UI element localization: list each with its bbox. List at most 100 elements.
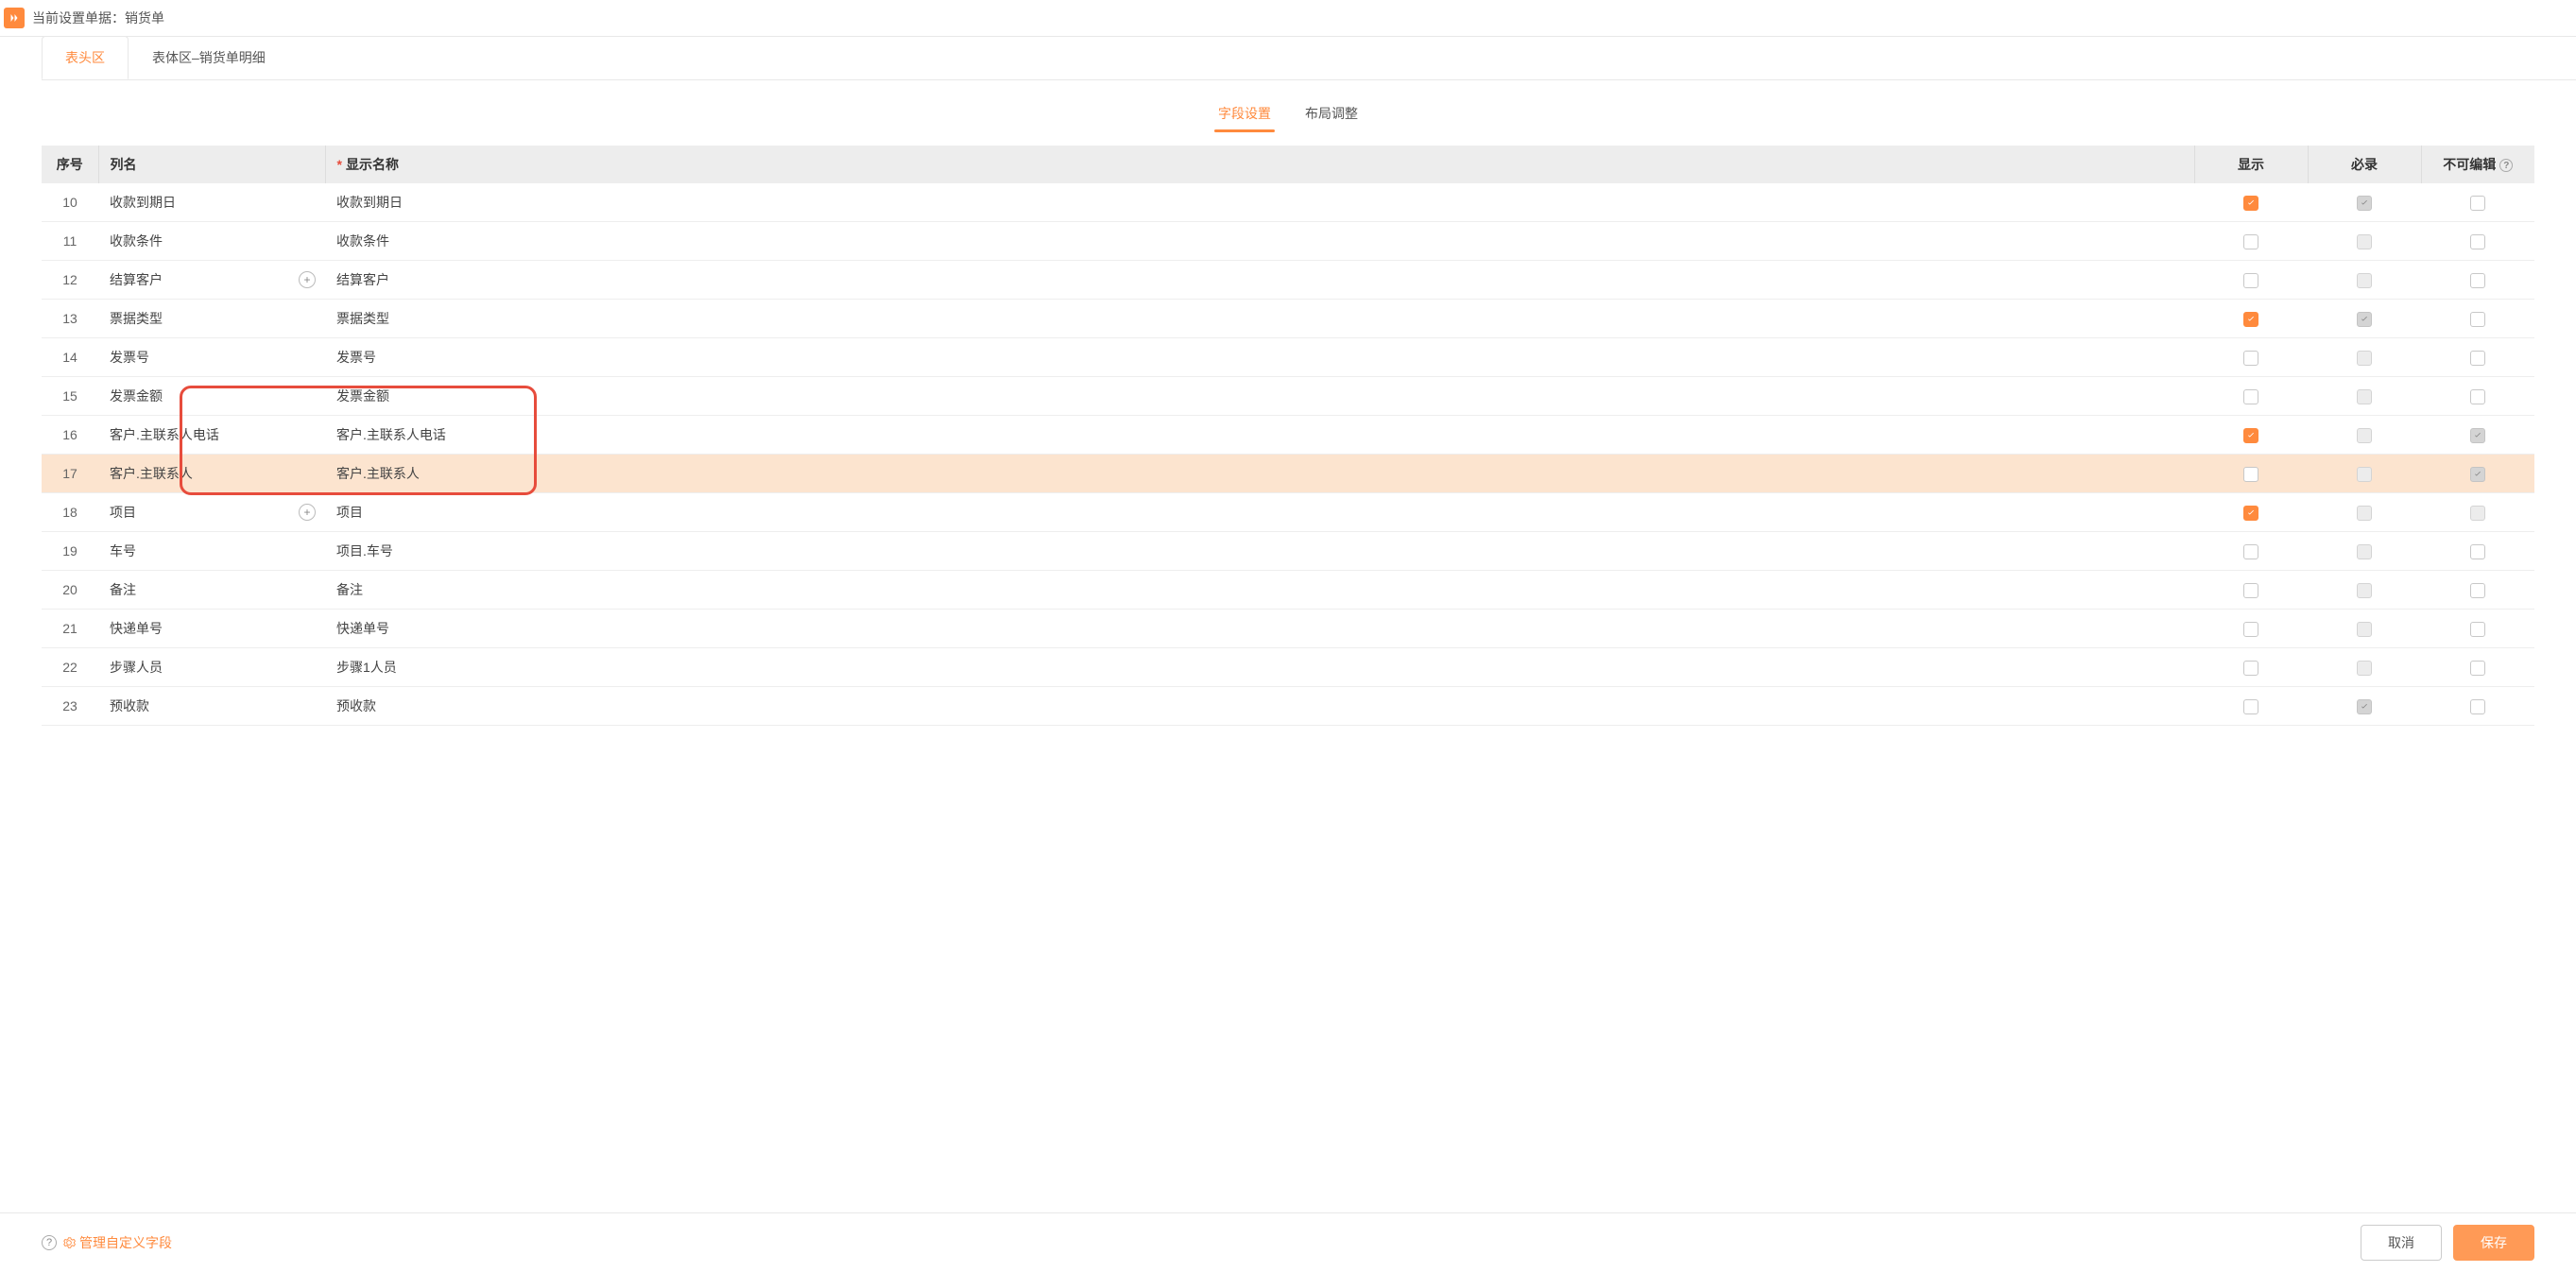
required-checkbox [2357, 312, 2372, 327]
cell-display[interactable]: 发票号 [325, 338, 2194, 377]
cell-noedit [2421, 610, 2534, 648]
cell-required [2308, 416, 2421, 455]
cell-noedit [2421, 571, 2534, 610]
expand-panel-button[interactable] [4, 8, 25, 28]
cell-show [2194, 571, 2308, 610]
noedit-checkbox[interactable] [2470, 234, 2485, 249]
cell-display[interactable]: 备注 [325, 571, 2194, 610]
cell-display[interactable]: 快递单号 [325, 610, 2194, 648]
cell-required [2308, 338, 2421, 377]
required-checkbox [2357, 196, 2372, 211]
cell-display[interactable]: 票据类型 [325, 300, 2194, 338]
cell-noedit [2421, 455, 2534, 493]
required-checkbox [2357, 351, 2372, 366]
noedit-checkbox[interactable] [2470, 196, 2485, 211]
required-checkbox [2357, 234, 2372, 249]
cell-seq: 21 [42, 610, 98, 648]
cell-name: 发票号 [98, 338, 325, 377]
cell-noedit [2421, 532, 2534, 571]
cell-name: 快递单号 [98, 610, 325, 648]
gear-icon [62, 1236, 76, 1249]
show-checkbox[interactable] [2243, 583, 2258, 598]
required-checkbox [2357, 544, 2372, 559]
noedit-checkbox[interactable] [2470, 312, 2485, 327]
cell-display[interactable]: 项目.车号 [325, 532, 2194, 571]
cancel-button[interactable]: 取消 [2361, 1225, 2442, 1261]
show-checkbox[interactable] [2243, 699, 2258, 714]
cell-display[interactable]: 收款条件 [325, 222, 2194, 261]
show-checkbox[interactable] [2243, 273, 2258, 288]
cell-display[interactable]: 客户.主联系人电话 [325, 416, 2194, 455]
required-checkbox [2357, 699, 2372, 714]
manage-custom-fields-link[interactable]: 管理自定义字段 [62, 1233, 172, 1252]
show-checkbox[interactable] [2243, 389, 2258, 404]
noedit-checkbox[interactable] [2470, 544, 2485, 559]
cell-display[interactable]: 项目 [325, 493, 2194, 532]
cell-display[interactable]: 客户.主联系人 [325, 455, 2194, 493]
noedit-checkbox[interactable] [2470, 661, 2485, 676]
cell-seq: 14 [42, 338, 98, 377]
question-icon[interactable]: ? [42, 1235, 57, 1250]
table-row: 21快递单号快递单号 [42, 610, 2534, 648]
required-checkbox [2357, 467, 2372, 482]
add-subfield-button[interactable]: + [299, 504, 316, 521]
cell-noedit [2421, 377, 2534, 416]
cell-noedit [2421, 222, 2534, 261]
show-checkbox[interactable] [2243, 506, 2258, 521]
cell-show [2194, 377, 2308, 416]
table-row: 16客户.主联系人电话客户.主联系人电话 [42, 416, 2534, 455]
subtab-0[interactable]: 字段设置 [1214, 96, 1275, 132]
table-row: 18项目+项目 [42, 493, 2534, 532]
tab-0[interactable]: 表头区 [42, 36, 129, 79]
show-checkbox[interactable] [2243, 428, 2258, 443]
help-icon[interactable]: ? [2499, 159, 2513, 172]
table-row: 15发票金额发票金额 [42, 377, 2534, 416]
cell-display[interactable]: 步骤1人员 [325, 648, 2194, 687]
topbar-prefix: 当前设置单据： [32, 9, 125, 27]
add-subfield-button[interactable]: + [299, 271, 316, 288]
main-tabs: 表头区表体区–销货单明细 [42, 36, 2576, 80]
cell-display[interactable]: 预收款 [325, 687, 2194, 726]
cell-required [2308, 571, 2421, 610]
show-checkbox[interactable] [2243, 234, 2258, 249]
cell-name: 收款条件 [98, 222, 325, 261]
noedit-checkbox[interactable] [2470, 699, 2485, 714]
noedit-checkbox[interactable] [2470, 273, 2485, 288]
cell-noedit [2421, 416, 2534, 455]
noedit-checkbox[interactable] [2470, 583, 2485, 598]
cell-seq: 12 [42, 261, 98, 300]
noedit-checkbox [2470, 467, 2485, 482]
col-display-label: 显示名称 [346, 157, 399, 172]
show-checkbox[interactable] [2243, 622, 2258, 637]
show-checkbox[interactable] [2243, 467, 2258, 482]
subtab-1[interactable]: 布局调整 [1301, 96, 1362, 132]
show-checkbox[interactable] [2243, 196, 2258, 211]
cell-seq: 10 [42, 183, 98, 222]
show-checkbox[interactable] [2243, 312, 2258, 327]
cell-show [2194, 648, 2308, 687]
show-checkbox[interactable] [2243, 661, 2258, 676]
cell-required [2308, 687, 2421, 726]
show-checkbox[interactable] [2243, 544, 2258, 559]
required-checkbox [2357, 506, 2372, 521]
cell-required [2308, 455, 2421, 493]
cell-seq: 16 [42, 416, 98, 455]
cell-noedit [2421, 338, 2534, 377]
cell-name: 备注 [98, 571, 325, 610]
show-checkbox[interactable] [2243, 351, 2258, 366]
noedit-checkbox[interactable] [2470, 389, 2485, 404]
required-checkbox [2357, 583, 2372, 598]
table-row: 11收款条件收款条件 [42, 222, 2534, 261]
noedit-checkbox[interactable] [2470, 622, 2485, 637]
cell-required [2308, 493, 2421, 532]
cell-show [2194, 261, 2308, 300]
tab-1[interactable]: 表体区–销货单明细 [129, 36, 289, 79]
cell-noedit [2421, 261, 2534, 300]
noedit-checkbox[interactable] [2470, 351, 2485, 366]
cell-noedit [2421, 493, 2534, 532]
cell-display[interactable]: 发票金额 [325, 377, 2194, 416]
save-button[interactable]: 保存 [2453, 1225, 2534, 1261]
cell-show [2194, 183, 2308, 222]
cell-display[interactable]: 结算客户 [325, 261, 2194, 300]
cell-display[interactable]: 收款到期日 [325, 183, 2194, 222]
